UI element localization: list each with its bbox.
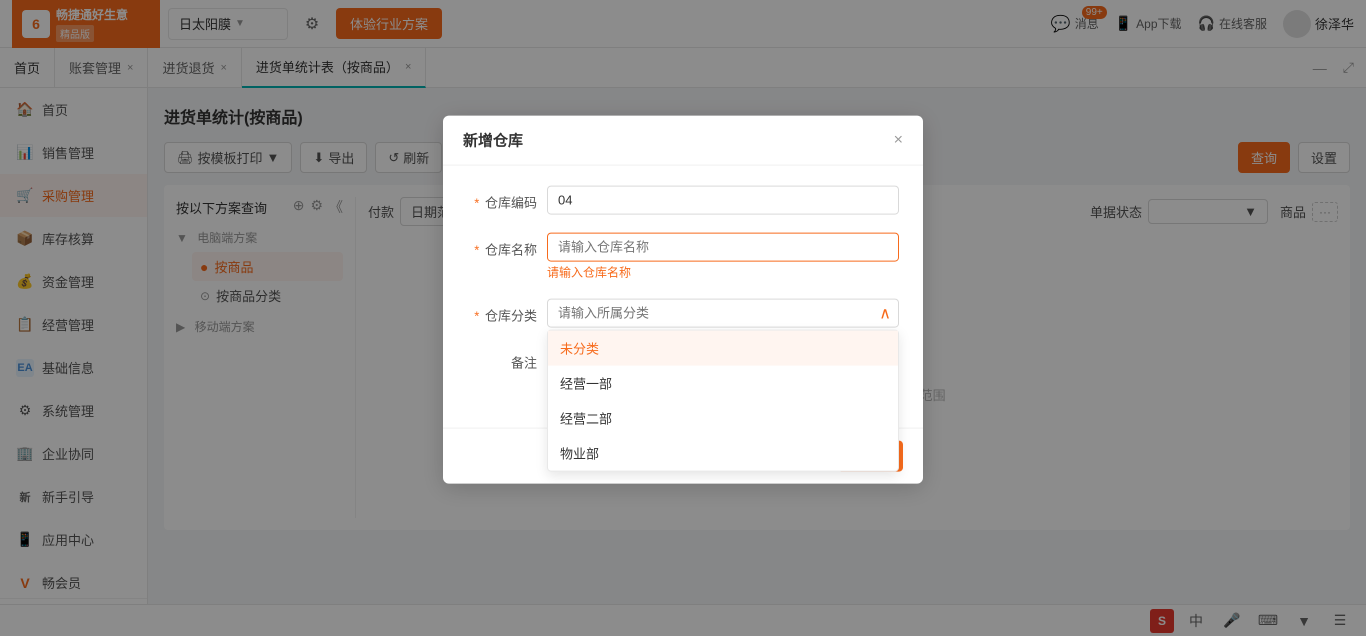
code-input[interactable] [547, 186, 899, 215]
dropdown-item-dept3[interactable]: 物业部 [548, 436, 898, 471]
name-input[interactable] [547, 233, 899, 262]
modal-title: 新增仓库 [463, 130, 523, 151]
name-label: * 仓库名称 [467, 233, 547, 259]
add-warehouse-modal: 新增仓库 × * 仓库编码 * 仓库名称 请输入仓库名称 [443, 116, 923, 484]
category-label: * 仓库分类 [467, 299, 547, 325]
category-field-col: ∧ 未分类 经营一部 经营二部 物业部 [547, 299, 899, 328]
name-field-col: 请输入仓库名称 [547, 233, 899, 281]
modal-close-button[interactable]: × [894, 131, 903, 149]
dropdown-item-dept2[interactable]: 经营二部 [548, 401, 898, 436]
code-label: * 仓库编码 [467, 186, 547, 212]
category-input[interactable] [547, 299, 899, 328]
code-required-star: * [474, 196, 479, 211]
category-dropdown: 未分类 经营一部 经营二部 物业部 [547, 330, 899, 472]
code-field-col [547, 186, 899, 215]
name-required-star: * [474, 243, 479, 258]
modal-body: * 仓库编码 * 仓库名称 请输入仓库名称 * 仓库分类 [443, 166, 923, 428]
remark-label: 备注 [467, 346, 547, 372]
category-required-star: * [474, 309, 479, 324]
modal-header: 新增仓库 × [443, 116, 923, 166]
code-row: * 仓库编码 [467, 186, 899, 215]
dropdown-item-dept1[interactable]: 经营一部 [548, 366, 898, 401]
category-dropdown-arrow[interactable]: ∧ [879, 303, 891, 323]
category-input-wrap: ∧ [547, 299, 899, 328]
dropdown-item-unclassified[interactable]: 未分类 [548, 331, 898, 366]
name-row: * 仓库名称 请输入仓库名称 [467, 233, 899, 281]
category-row: * 仓库分类 ∧ 未分类 经营一部 经营二部 物业部 [467, 299, 899, 328]
name-error-message: 请输入仓库名称 [547, 264, 899, 281]
